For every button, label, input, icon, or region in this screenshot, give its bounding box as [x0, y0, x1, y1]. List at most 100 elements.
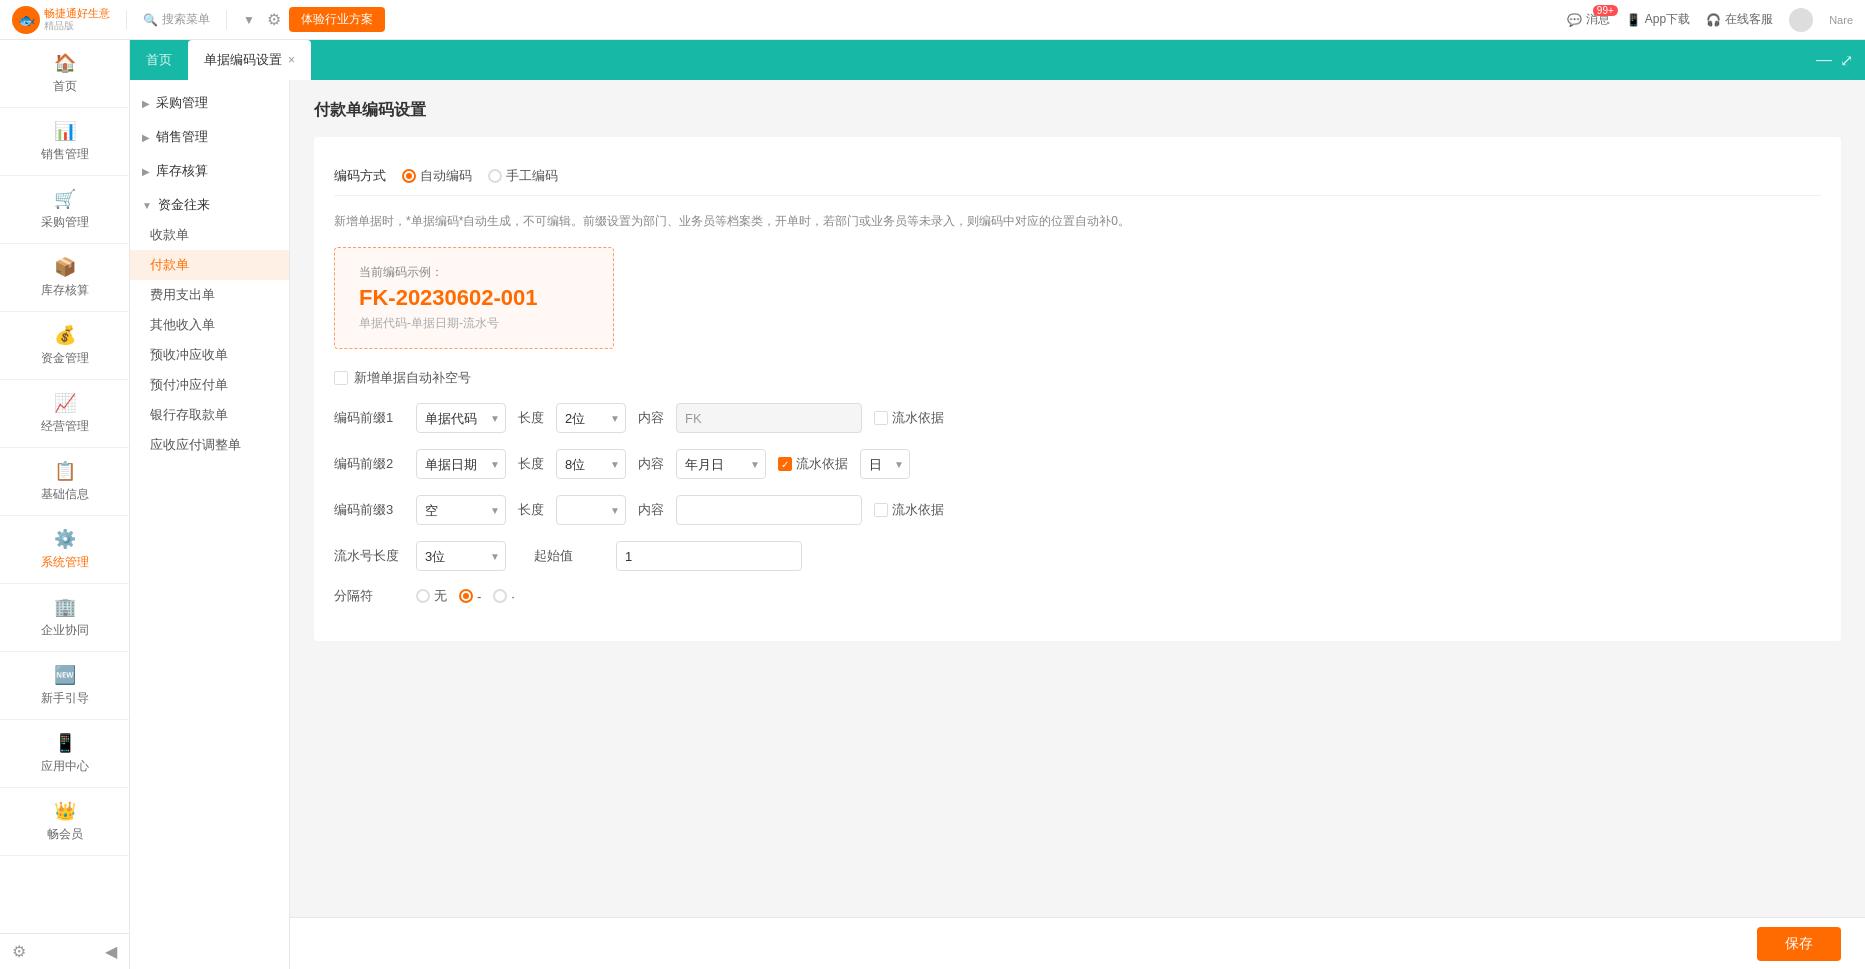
stream-length-select[interactable]: 3位	[416, 541, 506, 571]
nav-item-bank[interactable]: 银行存取款单	[130, 400, 289, 430]
prefix3-stream: 流水依据	[874, 501, 944, 519]
nav-group-stock-title[interactable]: ▶ 库存核算	[130, 156, 289, 186]
logo: 🐟 畅捷通好生意 精品版	[12, 6, 110, 34]
info-text: 新增单据时，*单据编码*自动生成，不可编辑。前缀设置为部门、业务员等档案类，开单…	[334, 212, 1821, 231]
inventory-icon: 📦	[54, 256, 76, 278]
nav-group-purchase-title[interactable]: ▶ 采购管理	[130, 88, 289, 118]
prefix1-stream-checkbox[interactable]	[874, 411, 888, 425]
content-wrapper: ▶ 采购管理 ▶ 销售管理 ▶ 库存核算	[130, 80, 1865, 969]
sidebar-item-home[interactable]: 🏠 首页	[0, 40, 129, 108]
phone-icon: 📱	[1626, 13, 1641, 27]
prefix3-select[interactable]: 空	[416, 495, 506, 525]
settings-icon[interactable]: ⚙	[267, 10, 281, 29]
nav-group-sales: ▶ 销售管理	[130, 122, 289, 152]
nav-group-purchase: ▶ 采购管理	[130, 88, 289, 118]
finance-icon: 💰	[54, 324, 76, 346]
sidebar-item-basic[interactable]: 📋 基础信息	[0, 448, 129, 516]
prefix1-select[interactable]: 单据代码	[416, 403, 506, 433]
nav-item-payment[interactable]: 付款单	[130, 250, 289, 280]
top-bar: 🐟 畅捷通好生意 精品版 🔍 搜索菜单 ▼ ⚙ 体验行业方案 💬 消息 99+ …	[0, 0, 1865, 40]
nav-item-prepay-payment[interactable]: 预付冲应付单	[130, 370, 289, 400]
main-layout: 🏠 首页 📊 销售管理 🛒 采购管理 📦 库存核算 💰 资金管理 📈 经营管理 …	[0, 40, 1865, 969]
footer-collapse-btn[interactable]: ◀	[105, 942, 117, 961]
sidebar-item-membership[interactable]: 👑 畅会员	[0, 788, 129, 856]
basic-icon: 📋	[54, 460, 76, 482]
prefix2-select-wrapper: 单据日期 ▼	[416, 449, 506, 479]
nav-item-adjust[interactable]: 应收应付调整单	[130, 430, 289, 460]
sep-dash-dot	[459, 589, 473, 603]
operations-icon: 📈	[54, 392, 76, 414]
tab-encode[interactable]: 单据编码设置 ×	[188, 40, 311, 80]
sidebar-item-appcenter[interactable]: 📱 应用中心	[0, 720, 129, 788]
appcenter-icon: 📱	[54, 732, 76, 754]
auto-fill-checkbox[interactable]	[334, 371, 348, 385]
auto-encode-radio[interactable]: 自动编码	[402, 167, 472, 185]
divider	[126, 10, 127, 30]
cta-button[interactable]: 体验行业方案	[289, 7, 385, 32]
nav-item-income[interactable]: 其他收入单	[130, 310, 289, 340]
prefix1-length-select[interactable]: 2位	[556, 403, 626, 433]
prefix3-length-wrapper: ▼	[556, 495, 626, 525]
footer-settings-btn[interactable]: ⚙	[12, 942, 26, 961]
stream-length-wrapper: 3位 ▼	[416, 541, 506, 571]
sidebar-item-enterprise[interactable]: 🏢 企业协同	[0, 584, 129, 652]
divider2	[226, 10, 227, 30]
membership-icon: 👑	[54, 800, 76, 822]
logo-icon: 🐟	[12, 6, 40, 34]
sidebar-item-inventory[interactable]: 📦 库存核算	[0, 244, 129, 312]
sep-none-radio[interactable]: 无	[416, 587, 447, 605]
bottom-bar: 保存	[290, 917, 1865, 969]
search-menu[interactable]: 🔍 搜索菜单	[143, 11, 210, 28]
tab-close-icon[interactable]: ×	[288, 53, 295, 67]
maximize-icon[interactable]: ⤢	[1840, 51, 1853, 70]
prefix2-length-wrapper: 8位 ▼	[556, 449, 626, 479]
sidebar-item-finance[interactable]: 💰 资金管理	[0, 312, 129, 380]
sidebar-item-purchase[interactable]: 🛒 采购管理	[0, 176, 129, 244]
prefix2-length-select[interactable]: 8位	[556, 449, 626, 479]
save-button[interactable]: 保存	[1757, 927, 1841, 961]
prefix2-stream-checkbox[interactable]: ✓	[778, 457, 792, 471]
app-download-btn[interactable]: 📱 App下载	[1626, 11, 1690, 28]
prefix2-content-wrapper: 年月日 ▼	[676, 449, 766, 479]
nav-item-expense[interactable]: 费用支出单	[130, 280, 289, 310]
tab-home[interactable]: 首页	[130, 40, 188, 80]
prefix2-stream: ✓ 流水依据	[778, 455, 848, 473]
tab-bar: 首页 单据编码设置 × — ⤢	[130, 40, 1865, 80]
prefix1-row: 编码前缀1 单据代码 ▼ 长度 2位	[334, 403, 1821, 433]
prefix1-content-input[interactable]	[676, 403, 862, 433]
arrow-right-icon: ▶	[142, 98, 150, 109]
purchase-icon: 🛒	[54, 188, 76, 210]
prefix3-content-input[interactable]	[676, 495, 862, 525]
manual-encode-radio[interactable]: 手工编码	[488, 167, 558, 185]
page-title: 付款单编码设置	[314, 100, 1841, 121]
home-icon: 🏠	[54, 52, 76, 74]
dropdown-arrow[interactable]: ▼	[243, 13, 255, 27]
prefix2-period-select[interactable]: 日	[860, 449, 910, 479]
prefix2-content-select[interactable]: 年月日	[676, 449, 766, 479]
nav-group-sales-title[interactable]: ▶ 销售管理	[130, 122, 289, 152]
sep-dot-radio[interactable]: ·	[493, 589, 515, 604]
sep-dash-radio[interactable]: -	[459, 589, 481, 604]
prefix3-row: 编码前缀3 空 ▼ 长度	[334, 495, 1821, 525]
prefix2-period-wrapper: 日 ▼	[860, 449, 910, 479]
online-service-btn[interactable]: 🎧 在线客服	[1706, 11, 1773, 28]
encoding-row: 编码方式 自动编码 手工编码	[334, 157, 1821, 196]
sidebar-item-sales[interactable]: 📊 销售管理	[0, 108, 129, 176]
prefix3-length-select[interactable]	[556, 495, 626, 525]
start-value-input[interactable]	[616, 541, 802, 571]
sep-dot-dot	[493, 589, 507, 603]
arrow-down-icon: ▼	[142, 200, 152, 211]
sales-icon: 📊	[54, 120, 76, 142]
nav-item-prepay-receipt[interactable]: 预收冲应收单	[130, 340, 289, 370]
nav-item-receipt[interactable]: 收款单	[130, 220, 289, 250]
minimize-icon[interactable]: —	[1816, 51, 1832, 69]
avatar[interactable]	[1789, 8, 1813, 32]
prefix2-select[interactable]: 单据日期	[416, 449, 506, 479]
sidebar-footer: ⚙ ◀	[0, 933, 129, 969]
sidebar-item-operations[interactable]: 📈 经营管理	[0, 380, 129, 448]
nav-group-funds-title[interactable]: ▼ 资金往来	[130, 190, 289, 220]
prefix3-stream-checkbox[interactable]	[874, 503, 888, 517]
message-btn[interactable]: 💬 消息 99+	[1567, 11, 1610, 28]
sidebar-item-newguide[interactable]: 🆕 新手引导	[0, 652, 129, 720]
sidebar-item-system[interactable]: ⚙️ 系统管理	[0, 516, 129, 584]
